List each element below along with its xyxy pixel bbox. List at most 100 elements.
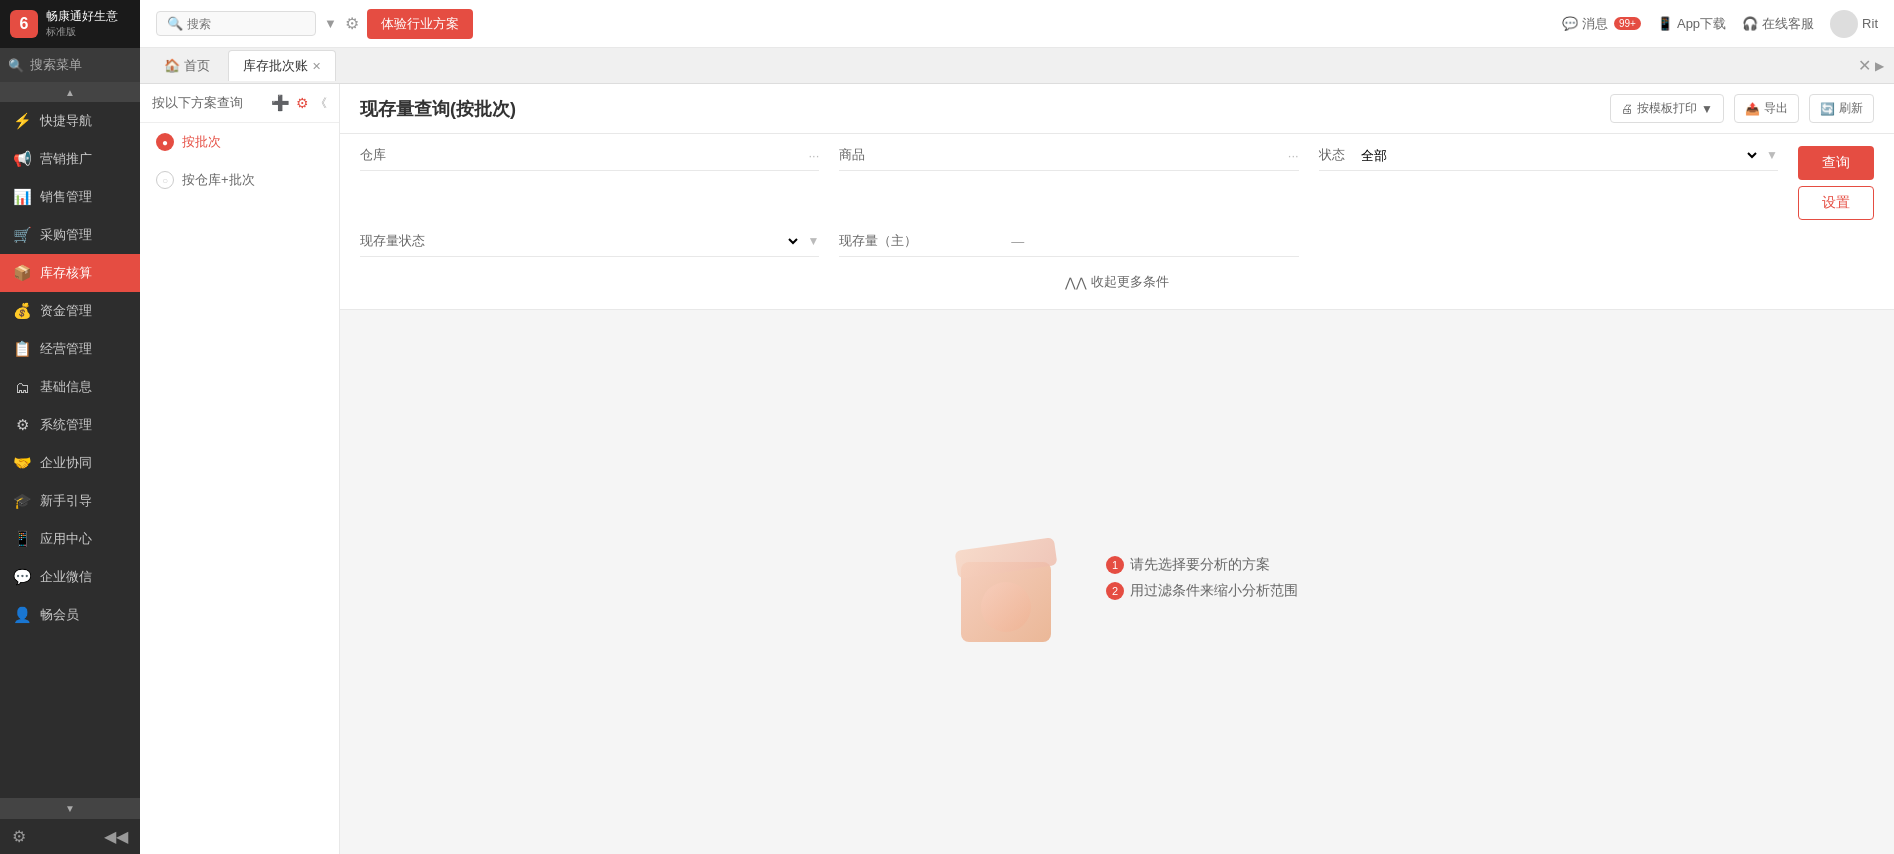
refresh-label: 刷新 bbox=[1839, 100, 1863, 117]
inv-qty-to-input[interactable] bbox=[1028, 234, 1108, 249]
inventory-icon: 📦 bbox=[12, 264, 32, 282]
status-filter: 状态 全部 ▼ bbox=[1319, 146, 1778, 171]
page-title: 现存量查询(按批次) bbox=[360, 97, 516, 121]
wechat-icon: 💬 bbox=[12, 568, 32, 586]
warehouse-input[interactable] bbox=[398, 148, 802, 163]
basic-icon: 🗂 bbox=[12, 379, 32, 396]
app-download-icon: 📱 bbox=[1657, 16, 1673, 31]
left-panel-header: 按以下方案查询 ➕ ⚙ 《 bbox=[140, 84, 339, 123]
export-label: 导出 bbox=[1764, 100, 1788, 117]
sidebar-item-label-purchase: 采购管理 bbox=[40, 226, 92, 244]
inv-status-arrow[interactable]: ▼ bbox=[807, 234, 819, 248]
sidebar-item-quicknav[interactable]: ⚡ 快捷导航 bbox=[0, 102, 140, 140]
search-icon: 🔍 bbox=[8, 58, 24, 73]
collapse-left-panel-btn[interactable]: 《 bbox=[315, 95, 327, 112]
add-scheme-btn[interactable]: ➕ bbox=[271, 94, 290, 112]
topbar: 🔍 ▼ ⚙ 体验行业方案 💬 消息 99+ 📱 App下载 🎧 在线客服 bbox=[140, 0, 1894, 48]
sidebar-item-collab[interactable]: 🤝 企业协同 bbox=[0, 444, 140, 482]
member-icon: 👤 bbox=[12, 606, 32, 624]
scheme-inactive-dot: ○ bbox=[156, 171, 174, 189]
query-btn-group: 查询 设置 bbox=[1798, 146, 1874, 220]
sidebar-item-operations[interactable]: 📋 经营管理 bbox=[0, 330, 140, 368]
topbar-search-box[interactable]: 🔍 bbox=[156, 11, 316, 36]
newguide-icon: 🎓 bbox=[12, 492, 32, 510]
operations-icon: 📋 bbox=[12, 340, 32, 358]
app-company: 畅康通好生意 bbox=[46, 9, 118, 25]
topbar-dropdown-icon[interactable]: ▼ bbox=[324, 16, 337, 31]
topbar-settings-icon[interactable]: ⚙ bbox=[345, 14, 359, 33]
page-header: 现存量查询(按批次) 🖨 按模板打印 ▼ 📤 导出 🔄 刷新 bbox=[340, 84, 1894, 134]
tab-home-label: 首页 bbox=[184, 57, 210, 75]
empty-tip-2-text: 用过滤条件来缩小分析范围 bbox=[1130, 582, 1298, 600]
tab-batch-account[interactable]: 库存批次账 ✕ bbox=[228, 50, 336, 81]
tab-home[interactable]: 🏠 首页 bbox=[150, 51, 224, 81]
sidebar-item-label-collab: 企业协同 bbox=[40, 454, 92, 472]
inv-qty-from-input[interactable] bbox=[927, 234, 1007, 249]
inv-status-select[interactable] bbox=[437, 233, 801, 250]
headset-icon: 🎧 bbox=[1742, 16, 1758, 31]
collapse-sidebar-icon[interactable]: ◀◀ bbox=[104, 827, 128, 846]
tab-close-panel[interactable]: ✕ bbox=[1858, 56, 1871, 75]
sidebar-item-finance[interactable]: 💰 资金管理 bbox=[0, 292, 140, 330]
goods-filter: 商品 ··· bbox=[839, 146, 1298, 171]
sidebar-item-appcenter[interactable]: 📱 应用中心 bbox=[0, 520, 140, 558]
sidebar-item-newguide[interactable]: 🎓 新手引导 bbox=[0, 482, 140, 520]
goods-input[interactable] bbox=[877, 148, 1281, 163]
scheme-active-dot: ● bbox=[156, 133, 174, 151]
scroll-up-btn[interactable]: ▲ bbox=[0, 82, 140, 102]
warehouse-more-btn[interactable]: ··· bbox=[808, 148, 819, 163]
appcenter-icon: 📱 bbox=[12, 530, 32, 548]
settings-btn[interactable]: 设置 bbox=[1798, 186, 1874, 220]
settings-scheme-btn[interactable]: ⚙ bbox=[296, 95, 309, 111]
tabbar: 🏠 首页 库存批次账 ✕ ✕ ▶ bbox=[140, 48, 1894, 84]
sales-icon: 📊 bbox=[12, 188, 32, 206]
tab-expand-icon[interactable]: ▶ bbox=[1875, 59, 1884, 73]
sidebar-item-label-operations: 经营管理 bbox=[40, 340, 92, 358]
status-dropdown-arrow[interactable]: ▼ bbox=[1766, 148, 1778, 162]
scheme-by-batch[interactable]: ● 按批次 bbox=[140, 123, 339, 161]
sidebar-item-purchase[interactable]: 🛒 采购管理 bbox=[0, 216, 140, 254]
experience-industry-btn[interactable]: 体验行业方案 bbox=[367, 9, 473, 39]
sidebar-item-wechat[interactable]: 💬 企业微信 bbox=[0, 558, 140, 596]
refresh-btn[interactable]: 🔄 刷新 bbox=[1809, 94, 1874, 123]
scroll-down-btn[interactable]: ▼ bbox=[0, 798, 140, 818]
sidebar-item-marketing[interactable]: 📢 营销推广 bbox=[0, 140, 140, 178]
online-service-label: 在线客服 bbox=[1762, 15, 1814, 33]
tab-close-btn[interactable]: ✕ bbox=[312, 60, 321, 73]
topbar-search-input[interactable] bbox=[187, 17, 287, 31]
refresh-icon: 🔄 bbox=[1820, 102, 1835, 116]
settings-icon[interactable]: ⚙ bbox=[12, 827, 26, 846]
inv-qty-filter: 现存量（主） — bbox=[839, 232, 1298, 257]
status-select[interactable]: 全部 bbox=[1357, 147, 1760, 164]
sidebar-item-label-system: 系统管理 bbox=[40, 416, 92, 434]
sidebar-search[interactable]: 🔍 搜索菜单 bbox=[0, 48, 140, 82]
export-btn[interactable]: 📤 导出 bbox=[1734, 94, 1799, 123]
collapse-more-btn[interactable]: ⋀⋀ 收起更多条件 bbox=[360, 267, 1874, 297]
user-name: Rit bbox=[1862, 16, 1878, 31]
app-download-btn[interactable]: 📱 App下载 bbox=[1657, 15, 1726, 33]
left-panel: 按以下方案查询 ➕ ⚙ 《 ● 按批次 ○ 按仓库+批次 bbox=[140, 84, 340, 854]
sidebar-item-system[interactable]: ⚙ 系统管理 bbox=[0, 406, 140, 444]
online-service-btn[interactable]: 🎧 在线客服 bbox=[1742, 15, 1814, 33]
content-area: 按以下方案查询 ➕ ⚙ 《 ● 按批次 ○ 按仓库+批次 现存量查询(按批次) bbox=[140, 84, 1894, 854]
query-btn[interactable]: 查询 bbox=[1798, 146, 1874, 180]
left-panel-title: 按以下方案查询 bbox=[152, 94, 243, 112]
user-profile-btn[interactable]: Rit bbox=[1830, 10, 1878, 38]
sidebar-item-sales[interactable]: 📊 销售管理 bbox=[0, 178, 140, 216]
sidebar-item-member[interactable]: 👤 畅会员 bbox=[0, 596, 140, 634]
sidebar-item-label-member: 畅会员 bbox=[40, 606, 79, 624]
sidebar-item-inventory[interactable]: 📦 库存核算 bbox=[0, 254, 140, 292]
filter-area: 仓库 ··· 商品 ··· 状态 全部 bbox=[340, 134, 1894, 310]
marketing-icon: 📢 bbox=[12, 150, 32, 168]
sidebar-footer: ⚙ ◀◀ bbox=[0, 818, 140, 854]
print-template-btn[interactable]: 🖨 按模板打印 ▼ bbox=[1610, 94, 1724, 123]
sidebar-item-basic[interactable]: 🗂 基础信息 bbox=[0, 368, 140, 406]
goods-more-btn[interactable]: ··· bbox=[1288, 148, 1299, 163]
sidebar-item-label-sales: 销售管理 bbox=[40, 188, 92, 206]
messages-btn[interactable]: 💬 消息 99+ bbox=[1562, 15, 1641, 33]
print-dropdown[interactable]: ▼ bbox=[1701, 102, 1713, 116]
print-label: 按模板打印 bbox=[1637, 100, 1697, 117]
scheme-by-warehouse-batch[interactable]: ○ 按仓库+批次 bbox=[140, 161, 339, 199]
sidebar: 6 畅康通好生意 标准版 🔍 搜索菜单 ▲ ⚡ 快捷导航 📢 营销推广 📊 销售… bbox=[0, 0, 140, 854]
scheme-by-warehouse-batch-label: 按仓库+批次 bbox=[182, 171, 255, 189]
